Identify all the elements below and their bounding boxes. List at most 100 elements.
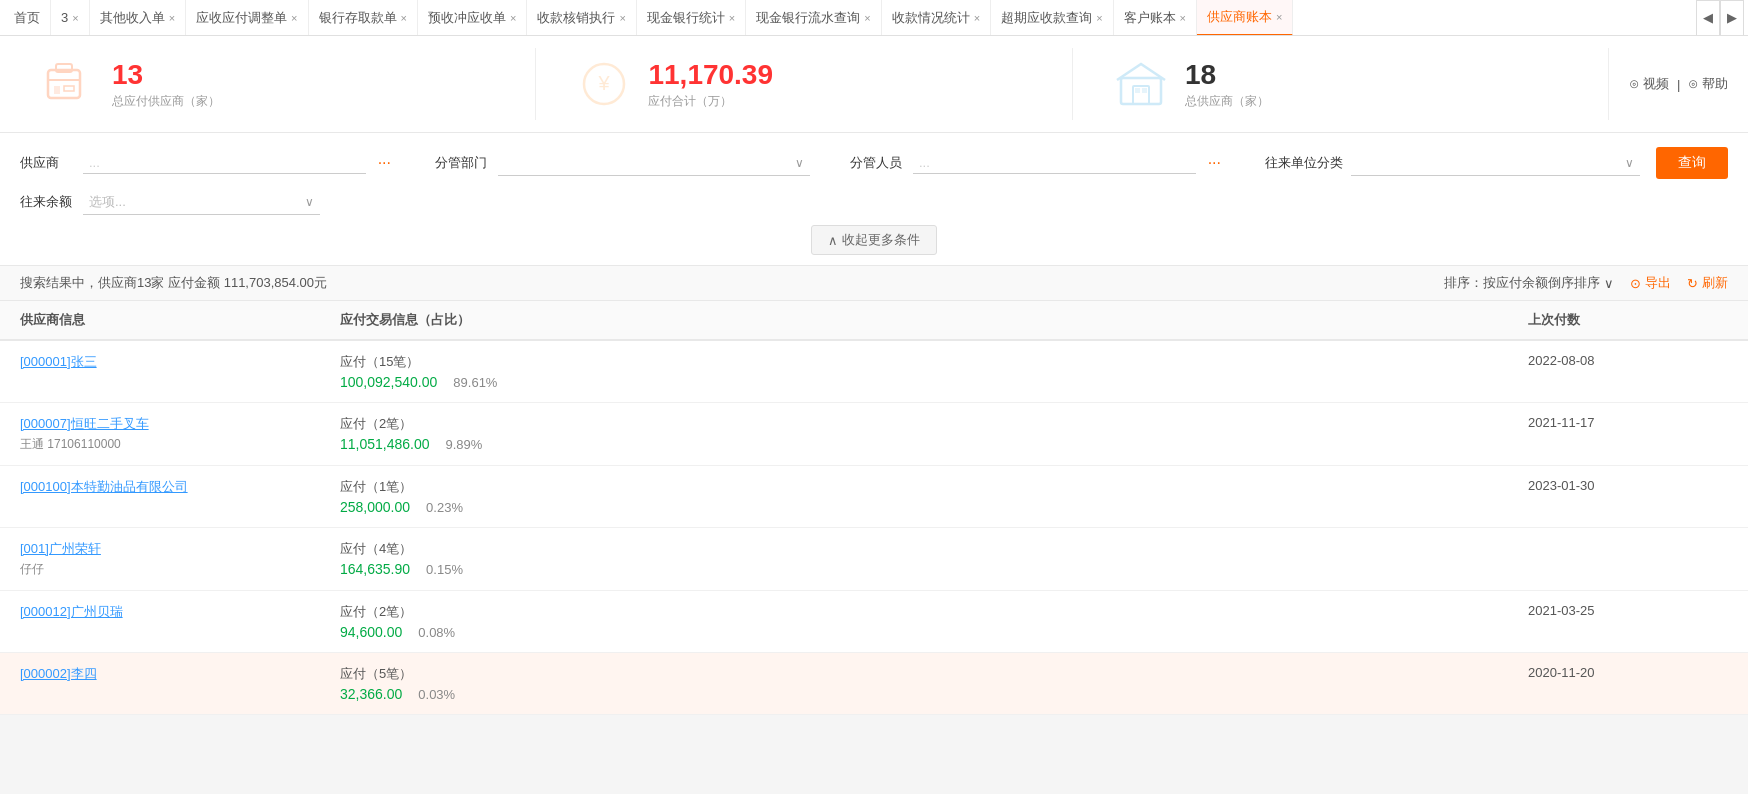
- nav-tab-3[interactable]: 3 ×: [51, 0, 90, 36]
- close-icon[interactable]: ×: [291, 12, 297, 24]
- balance-placeholder: 选项...: [89, 193, 126, 211]
- nav-right-arrow[interactable]: ▶: [1720, 0, 1744, 36]
- top-right-links: ⊙ 视频 | ⊙ 帮助: [1609, 75, 1748, 93]
- supplier-link[interactable]: [001]广州荣轩: [20, 541, 101, 556]
- data-table: 供应商信息 应付交易信息（占比） 上次付数 [000001]张三 应付（15笔）…: [0, 301, 1748, 715]
- last-pay-cell: 2021-03-25: [1528, 603, 1728, 618]
- supplier-link[interactable]: [000001]张三: [20, 354, 97, 369]
- nav-tab-collection-stat[interactable]: 收款情况统计 ×: [882, 0, 991, 36]
- close-icon[interactable]: ×: [1180, 12, 1186, 24]
- payable-suppliers-label: 总应付供应商（家）: [112, 93, 220, 110]
- summary-text-all-suppliers: 18 总供应商（家）: [1185, 58, 1269, 111]
- filter-row-1: 供应商 ··· 分管部门 ∨ 分管人员 ··· 往来单位分类 ∨ 查询: [20, 147, 1728, 179]
- total-suppliers-label: 总供应商（家）: [1185, 93, 1269, 110]
- supplier-link[interactable]: [000100]本特勤油品有限公司: [20, 479, 188, 494]
- nav-tab-other-income[interactable]: 其他收入单 ×: [90, 0, 186, 36]
- table-row: [001]广州荣轩 仔仔 应付（4笔） 164,635.90 0.15%: [0, 528, 1748, 591]
- last-pay-cell: 2022-08-08: [1528, 353, 1728, 368]
- balance-dropdown[interactable]: 选项... ∨: [83, 189, 320, 215]
- nav-tab-customer-ledger[interactable]: 客户账本 ×: [1114, 0, 1197, 36]
- summary-text-payable: 13 总应付供应商（家）: [112, 58, 220, 111]
- supplier-link[interactable]: [000007]恒旺二手叉车: [20, 416, 149, 431]
- transaction-percent: 0.23%: [426, 500, 463, 515]
- category-filter-label: 往来单位分类: [1265, 154, 1343, 172]
- svg-rect-4: [64, 86, 74, 91]
- close-icon[interactable]: ×: [401, 12, 407, 24]
- transaction-info-cell: 应付（2笔） 11,051,486.00 9.89%: [340, 415, 1528, 452]
- last-pay-date: 2021-11-17: [1528, 415, 1595, 430]
- nav-tab-cash-bank-stat[interactable]: 现金银行统计 ×: [637, 0, 746, 36]
- supplier-sub-info: 王通 17106110000: [20, 436, 340, 453]
- nav-tab-home[interactable]: 首页: [4, 0, 51, 36]
- close-icon[interactable]: ×: [619, 12, 625, 24]
- table-row: [000001]张三 应付（15笔） 100,092,540.00 89.61%…: [0, 341, 1748, 403]
- collapse-arrow-icon: ∧: [828, 233, 838, 248]
- table-row: [000002]李四 应付（5笔） 32,366.00 0.03% 2020-1…: [0, 653, 1748, 715]
- nav-tab-prepay-offset[interactable]: 预收冲应收单 ×: [418, 0, 527, 36]
- transaction-details: 应付（1笔） 258,000.00 0.23%: [340, 478, 1528, 515]
- supplier-sub-info: 仔仔: [20, 561, 340, 578]
- svg-rect-9: [1135, 88, 1140, 93]
- nav-tab-ar-ap-adjust[interactable]: 应收应付调整单 ×: [186, 0, 308, 36]
- close-icon[interactable]: ×: [1096, 12, 1102, 24]
- transaction-amount: 94,600.00: [340, 624, 402, 640]
- supplier-info-cell: [000002]李四: [20, 665, 340, 683]
- nav-tab-bank-deposit[interactable]: 银行存取款单 ×: [309, 0, 418, 36]
- person-dots-button[interactable]: ···: [1204, 154, 1225, 172]
- dept-filter-label: 分管部门: [435, 154, 490, 172]
- last-pay-cell: 2021-11-17: [1528, 415, 1728, 430]
- close-icon[interactable]: ×: [510, 12, 516, 24]
- table-row: [000007]恒旺二手叉车 王通 17106110000 应付（2笔） 11,…: [0, 403, 1748, 466]
- supplier-info-cell: [000007]恒旺二手叉车 王通 17106110000: [20, 415, 340, 453]
- supplier-info-cell: [000100]本特勤油品有限公司: [20, 478, 340, 496]
- filter-balance: 往来余额 选项... ∨: [20, 189, 320, 215]
- export-icon: ⊙: [1630, 276, 1641, 291]
- refresh-icon: ↻: [1687, 276, 1698, 291]
- dept-dropdown[interactable]: ∨: [498, 150, 810, 176]
- help-link[interactable]: ⊙ 帮助: [1688, 75, 1728, 93]
- sort-label: 排序：按应付余额倒序排序: [1444, 274, 1600, 292]
- search-button[interactable]: 查询: [1656, 147, 1728, 179]
- filter-dept: 分管部门 ∨: [435, 150, 810, 176]
- payable-suppliers-count: 13: [112, 58, 220, 92]
- transaction-info-cell: 应付（2笔） 94,600.00 0.08%: [340, 603, 1528, 640]
- category-dropdown[interactable]: ∨: [1351, 150, 1640, 176]
- transaction-amount: 32,366.00: [340, 686, 402, 702]
- collapse-button[interactable]: ∧ 收起更多条件: [811, 225, 937, 255]
- close-icon[interactable]: ×: [169, 12, 175, 24]
- supplier-link[interactable]: [000002]李四: [20, 666, 97, 681]
- total-suppliers-count: 18: [1185, 58, 1269, 92]
- supplier-dots-button[interactable]: ···: [374, 154, 395, 172]
- supplier-link[interactable]: [000012]广州贝瑞: [20, 604, 123, 619]
- video-link[interactable]: ⊙ 视频: [1629, 75, 1669, 93]
- store-icon: [1113, 56, 1169, 112]
- svg-rect-3: [54, 86, 60, 94]
- sort-select[interactable]: 排序：按应付余额倒序排序 ∨: [1444, 274, 1614, 292]
- nav-tab-overdue-ar[interactable]: 超期应收款查询 ×: [991, 0, 1113, 36]
- person-filter-input[interactable]: [913, 152, 1196, 174]
- summary-card-payable-suppliers: 13 总应付供应商（家）: [0, 48, 536, 120]
- nav-tab-supplier-ledger[interactable]: 供应商账本 ×: [1197, 0, 1293, 36]
- transaction-details: 应付（5笔） 32,366.00 0.03%: [340, 665, 1528, 702]
- close-icon[interactable]: ×: [729, 12, 735, 24]
- table-row: [000012]广州贝瑞 应付（2笔） 94,600.00 0.08% 2021…: [0, 591, 1748, 653]
- help-icon: ⊙: [1688, 76, 1698, 91]
- nav-left-arrow[interactable]: ◀: [1696, 0, 1720, 36]
- supplier-filter-input[interactable]: [83, 152, 366, 174]
- close-icon[interactable]: ×: [974, 12, 980, 24]
- refresh-button[interactable]: ↻ 刷新: [1687, 274, 1728, 292]
- transaction-label: 应付（5笔）: [340, 665, 1528, 683]
- close-icon[interactable]: ×: [864, 12, 870, 24]
- nav-tab-cash-flow[interactable]: 现金银行流水查询 ×: [746, 0, 881, 36]
- nav-tab-payment-verify[interactable]: 收款核销执行 ×: [527, 0, 636, 36]
- last-pay-date: 2023-01-30: [1528, 478, 1595, 493]
- transaction-percent: 9.89%: [446, 437, 483, 452]
- transaction-label: 应付（15笔）: [340, 353, 1528, 371]
- header-last-pay: 上次付数: [1528, 311, 1728, 329]
- transaction-label: 应付（1笔）: [340, 478, 1528, 496]
- close-icon[interactable]: ×: [1276, 11, 1282, 23]
- export-button[interactable]: ⊙ 导出: [1630, 274, 1671, 292]
- supplier-info-cell: [000012]广州贝瑞: [20, 603, 340, 621]
- transaction-details: 应付（4笔） 164,635.90 0.15%: [340, 540, 1528, 577]
- close-icon[interactable]: ×: [72, 12, 78, 24]
